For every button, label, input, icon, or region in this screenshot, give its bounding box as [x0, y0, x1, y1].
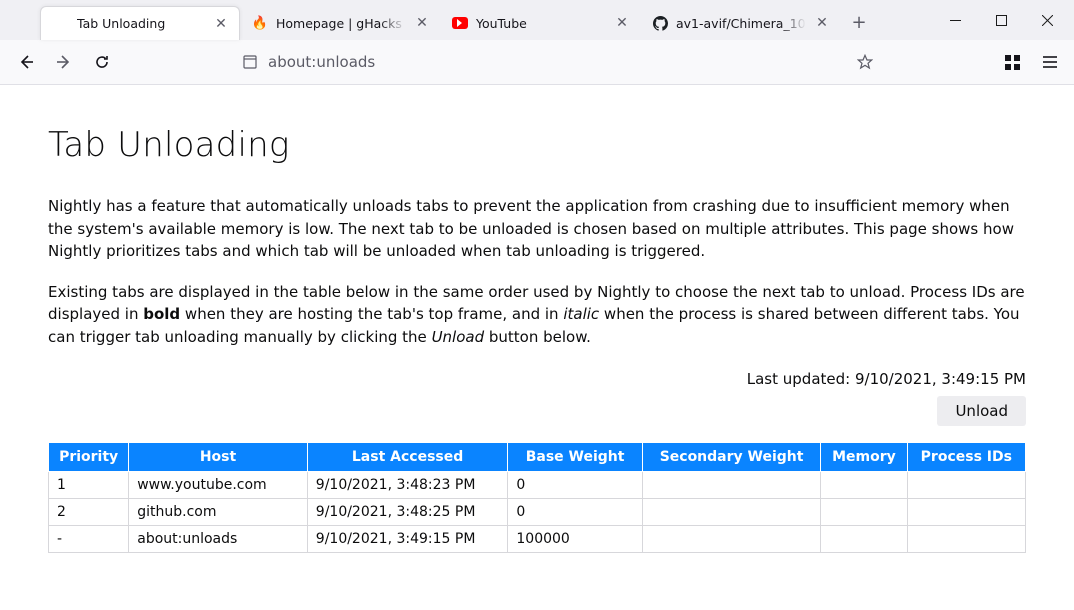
table-row: 1www.youtube.com9/10/2021, 3:48:23 PM0 — [49, 472, 1026, 499]
page-title: Tab Unloading — [48, 125, 1026, 165]
col-process-ids: Process IDs — [907, 443, 1025, 472]
cell-memory — [821, 472, 907, 499]
navigation-toolbar: about:unloads — [0, 40, 1074, 84]
table-row: 2github.com9/10/2021, 3:48:25 PM0 — [49, 499, 1026, 526]
tab-strip: Tab Unloading ✕ 🔥 Homepage | gHacks Tech… — [0, 0, 1074, 40]
close-window-button[interactable] — [1024, 4, 1070, 36]
cell-process-ids — [907, 499, 1025, 526]
cell-base-weight: 100000 — [508, 526, 642, 553]
col-base-weight: Base Weight — [508, 443, 642, 472]
table-body: 1www.youtube.com9/10/2021, 3:48:23 PM02g… — [49, 472, 1026, 553]
url-text: about:unloads — [268, 53, 375, 71]
cell-host: about:unloads — [129, 526, 308, 553]
url-bar[interactable]: about:unloads — [234, 46, 882, 78]
maximize-button[interactable] — [978, 4, 1024, 36]
cell-host: github.com — [129, 499, 308, 526]
youtube-icon — [452, 15, 468, 31]
col-priority: Priority — [49, 443, 129, 472]
reload-button[interactable] — [86, 46, 118, 78]
browser-chrome: Tab Unloading ✕ 🔥 Homepage | gHacks Tech… — [0, 0, 1074, 85]
last-updated-text: Last updated: 9/10/2021, 3:49:15 PM — [747, 370, 1026, 388]
intro-paragraph-2: Existing tabs are displayed in the table… — [48, 281, 1026, 349]
github-icon — [652, 15, 668, 31]
cell-host: www.youtube.com — [129, 472, 308, 499]
browser-tab-active[interactable]: Tab Unloading ✕ — [40, 6, 240, 40]
cell-secondary-weight — [642, 472, 821, 499]
browser-tab[interactable]: av1-avif/Chimera_10bit_cropped ✕ — [640, 6, 840, 40]
apps-icon[interactable] — [998, 48, 1026, 76]
cell-priority: 1 — [49, 472, 129, 499]
tab-title: Tab Unloading — [77, 16, 205, 31]
cell-last-accessed: 9/10/2021, 3:48:23 PM — [307, 472, 508, 499]
cell-base-weight: 0 — [508, 499, 642, 526]
unload-button[interactable]: Unload — [937, 396, 1026, 426]
cell-secondary-weight — [642, 499, 821, 526]
cell-memory — [821, 526, 907, 553]
forward-button[interactable] — [48, 46, 80, 78]
meta-row: Last updated: 9/10/2021, 3:49:15 PM Unlo… — [48, 370, 1026, 426]
col-last-accessed: Last Accessed — [307, 443, 508, 472]
ghacks-icon: 🔥 — [252, 15, 268, 31]
col-secondary-weight: Secondary Weight — [642, 443, 821, 472]
cell-base-weight: 0 — [508, 472, 642, 499]
hamburger-menu-icon[interactable] — [1036, 48, 1064, 76]
cell-priority: 2 — [49, 499, 129, 526]
back-button[interactable] — [10, 46, 42, 78]
page-identity-icon[interactable] — [242, 54, 258, 70]
tab-title: av1-avif/Chimera_10bit_cropped — [676, 16, 806, 31]
page-content: Tab Unloading Nightly has a feature that… — [0, 85, 1074, 593]
bookmark-star-icon[interactable] — [854, 51, 876, 73]
cell-process-ids — [907, 526, 1025, 553]
col-host: Host — [129, 443, 308, 472]
table-header-row: Priority Host Last Accessed Base Weight … — [49, 443, 1026, 472]
intro-paragraph-1: Nightly has a feature that automatically… — [48, 195, 1026, 263]
cell-memory — [821, 499, 907, 526]
cell-last-accessed: 9/10/2021, 3:49:15 PM — [307, 526, 508, 553]
close-icon[interactable]: ✕ — [213, 16, 229, 32]
minimize-button[interactable] — [932, 4, 978, 36]
browser-tab[interactable]: 🔥 Homepage | gHacks Technology ✕ — [240, 6, 440, 40]
browser-tab[interactable]: YouTube ✕ — [440, 6, 640, 40]
window-controls — [932, 4, 1070, 36]
close-icon[interactable]: ✕ — [614, 15, 630, 31]
table-row: -about:unloads9/10/2021, 3:49:15 PM10000… — [49, 526, 1026, 553]
close-icon[interactable]: ✕ — [414, 15, 430, 31]
col-memory: Memory — [821, 443, 907, 472]
cell-priority: - — [49, 526, 129, 553]
tab-title: Homepage | gHacks Technology — [276, 16, 406, 31]
new-tab-button[interactable]: + — [844, 7, 874, 37]
cell-secondary-weight — [642, 526, 821, 553]
document-icon — [53, 16, 69, 32]
tab-title: YouTube — [476, 16, 606, 31]
close-icon[interactable]: ✕ — [814, 15, 830, 31]
cell-process-ids — [907, 472, 1025, 499]
tabs-table: Priority Host Last Accessed Base Weight … — [48, 442, 1026, 553]
cell-last-accessed: 9/10/2021, 3:48:25 PM — [307, 499, 508, 526]
